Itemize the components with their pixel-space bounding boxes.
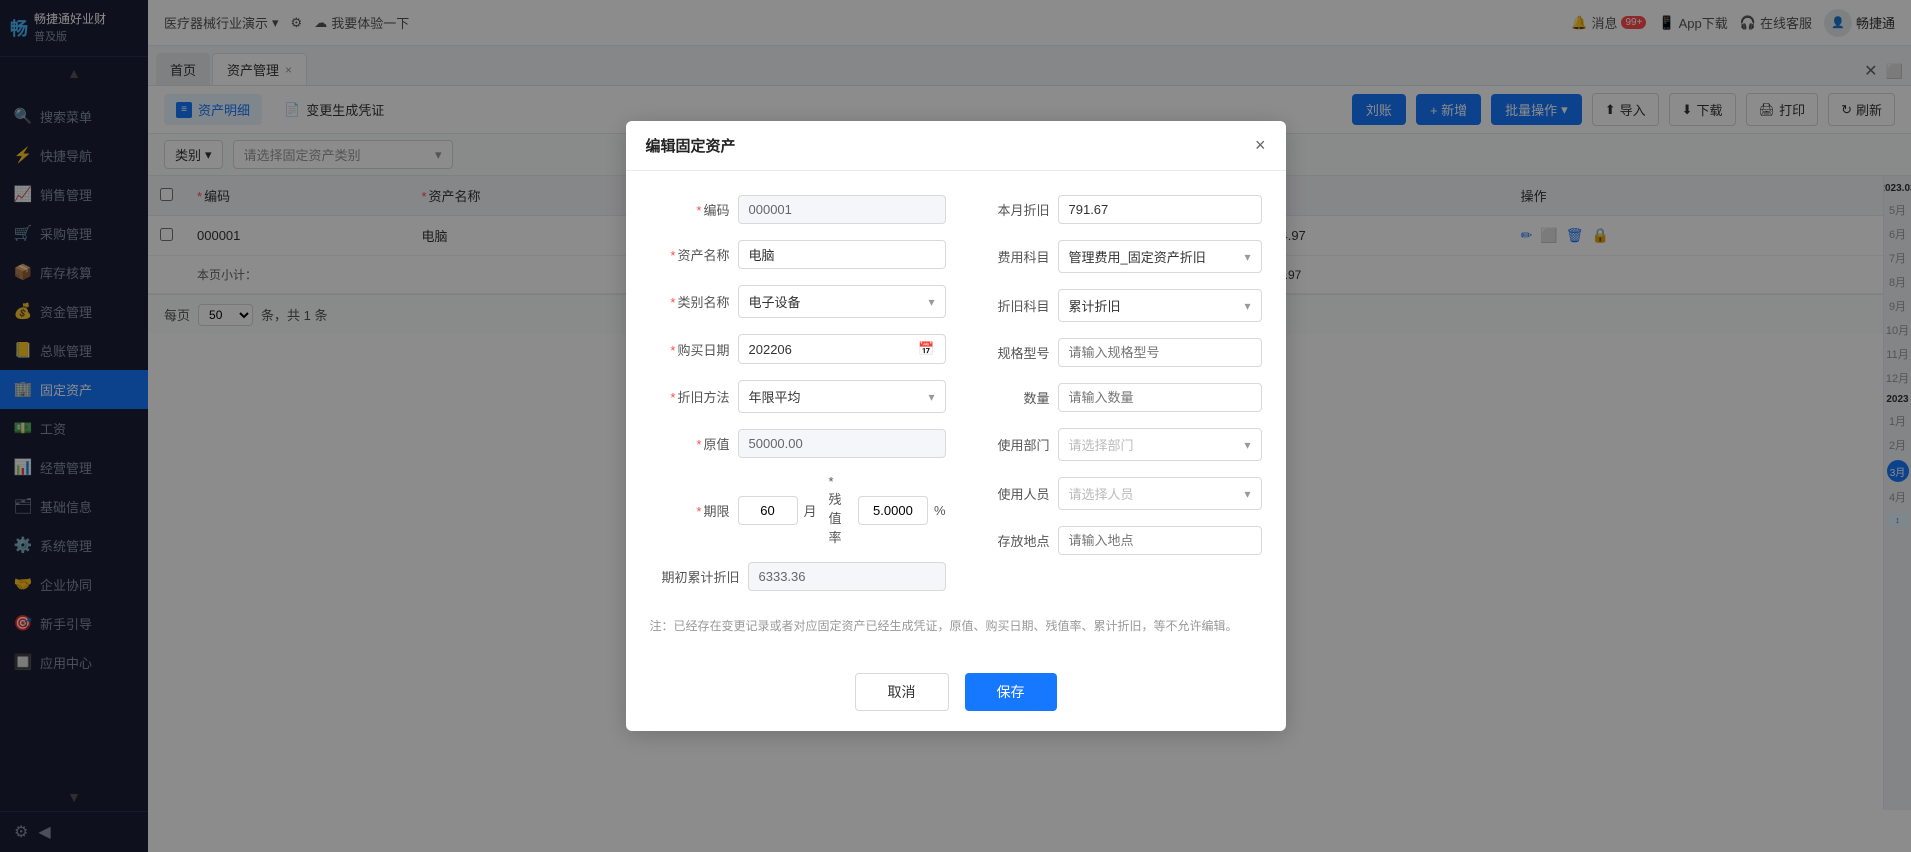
form-row-opening-depreciation: 期初累计折旧 xyxy=(650,562,946,591)
form-row-period: *期限 月 *残值率 % xyxy=(650,474,946,546)
form-row-purchase-date: *购买日期 202206 📅 xyxy=(650,334,946,364)
purchase-date-input[interactable]: 202206 📅 xyxy=(738,334,946,364)
spec-input[interactable] xyxy=(1058,338,1262,367)
period-input[interactable] xyxy=(738,496,798,525)
form-row-department: 使用部门 请选择部门 ▾ xyxy=(970,428,1262,461)
form-row-monthly-depreciation: 本月折旧 xyxy=(970,195,1262,224)
form-row-user: 使用人员 请选择人员 ▾ xyxy=(970,477,1262,510)
location-input[interactable] xyxy=(1058,526,1262,555)
category-select[interactable]: 电子设备 ▾ xyxy=(738,285,946,318)
department-select[interactable]: 请选择部门 ▾ xyxy=(1058,428,1262,461)
modal-title: 编辑固定资产 xyxy=(646,135,736,156)
form-row-expense-account: 费用科目 管理费用_固定资产折旧 ▾ xyxy=(970,240,1262,273)
form-row-location: 存放地点 xyxy=(970,526,1262,555)
modal-footer: 取消 保存 xyxy=(626,657,1286,731)
residual-rate-label: *残值率 xyxy=(829,474,846,546)
modal-close-icon[interactable]: × xyxy=(1255,135,1266,156)
expense-account-chevron: ▾ xyxy=(1244,250,1250,264)
form-right-col: 本月折旧 费用科目 管理费用_固定资产折旧 ▾ 折旧科目 xyxy=(970,195,1262,607)
save-button[interactable]: 保存 xyxy=(965,673,1057,711)
modal-header: 编辑固定资产 × xyxy=(626,121,1286,171)
form-grid: *编码 *资产名称 *类别名称 电子设备 ▾ xyxy=(650,195,1262,607)
form-row-quantity: 数量 xyxy=(970,383,1262,412)
depreciation-method-select[interactable]: 年限平均 ▾ xyxy=(738,380,946,413)
residual-rate-input[interactable] xyxy=(858,496,928,525)
form-note: 注：已经存在变更记录或者对应固定资产已经生成凭证，原值、购买日期、残值率、累计折… xyxy=(650,607,1262,640)
cancel-button[interactable]: 取消 xyxy=(855,673,949,711)
user-chevron: ▾ xyxy=(1244,487,1250,501)
department-chevron: ▾ xyxy=(1244,438,1250,452)
depreciation-account-chevron: ▾ xyxy=(1244,299,1250,313)
form-row-depreciation-account: 折旧科目 累计折旧 ▾ xyxy=(970,289,1262,322)
form-row-spec: 规格型号 xyxy=(970,338,1262,367)
depreciation-method-chevron: ▾ xyxy=(928,390,934,404)
code-input[interactable] xyxy=(738,195,946,224)
quantity-input[interactable] xyxy=(1058,383,1262,412)
category-select-chevron: ▾ xyxy=(928,295,934,309)
monthly-depreciation-input[interactable] xyxy=(1058,195,1262,224)
modal-overlay: 编辑固定资产 × *编码 *资产名称 xyxy=(0,0,1911,852)
form-left-col: *编码 *资产名称 *类别名称 电子设备 ▾ xyxy=(650,195,946,607)
form-row-asset-name: *资产名称 xyxy=(650,240,946,269)
asset-name-input[interactable] xyxy=(738,240,946,269)
edit-modal: 编辑固定资产 × *编码 *资产名称 xyxy=(626,121,1286,730)
depreciation-account-select[interactable]: 累计折旧 ▾ xyxy=(1058,289,1262,322)
form-row-depreciation-method: *折旧方法 年限平均 ▾ xyxy=(650,380,946,413)
original-value-input[interactable] xyxy=(738,429,946,458)
form-row-code: *编码 xyxy=(650,195,946,224)
form-row-original-value: *原值 xyxy=(650,429,946,458)
modal-body: *编码 *资产名称 *类别名称 电子设备 ▾ xyxy=(626,171,1286,656)
form-row-category: *类别名称 电子设备 ▾ xyxy=(650,285,946,318)
user-select[interactable]: 请选择人员 ▾ xyxy=(1058,477,1262,510)
calendar-icon: 📅 xyxy=(918,341,934,357)
opening-depreciation-input[interactable] xyxy=(748,562,946,591)
period-row: 月 *残值率 % xyxy=(738,474,946,546)
expense-account-select[interactable]: 管理费用_固定资产折旧 ▾ xyxy=(1058,240,1262,273)
